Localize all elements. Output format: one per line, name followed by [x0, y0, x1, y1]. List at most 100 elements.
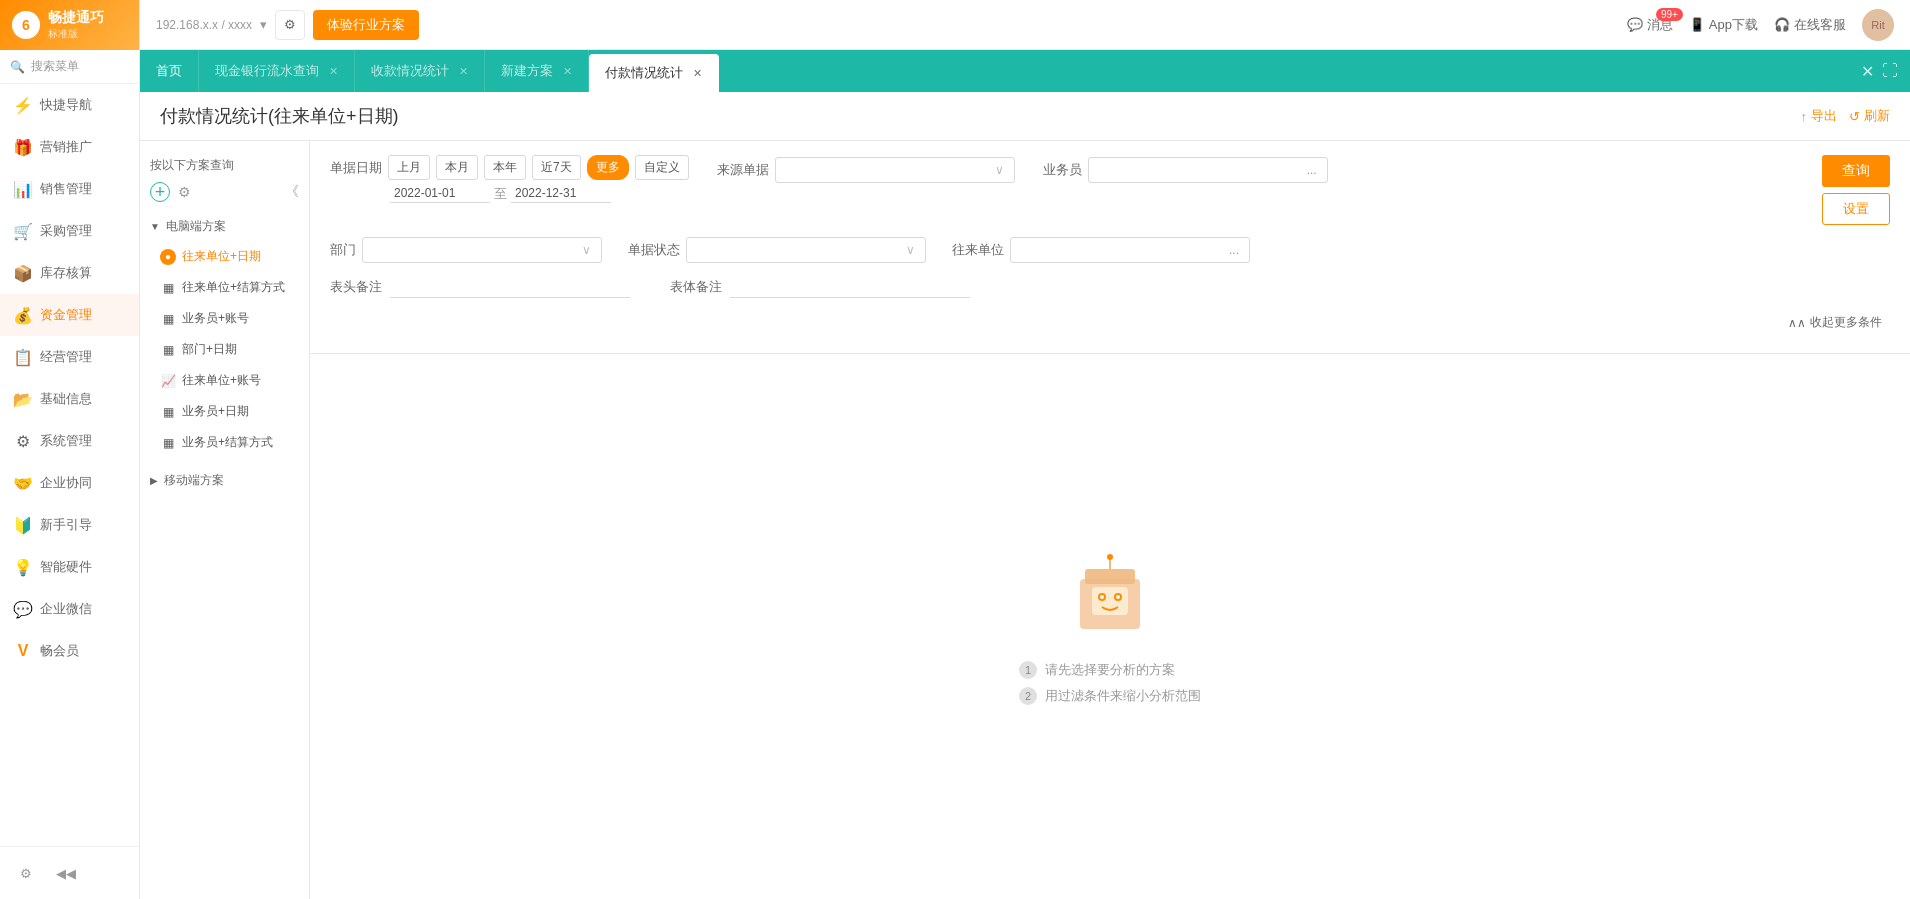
export-btn[interactable]: ↑ 导出 — [1801, 107, 1838, 125]
unit-ellipsis: ... — [1229, 243, 1239, 257]
tab-new-scheme[interactable]: 新建方案 ✕ — [485, 50, 589, 92]
scheme-settings-btn[interactable]: ⚙ — [178, 184, 191, 200]
sidebar-item-finance[interactable]: 💰 资金管理 — [0, 294, 139, 336]
date-btn-custom[interactable]: 自定义 — [635, 155, 689, 180]
sidebar-item-weixin[interactable]: 💬 企业微信 — [0, 588, 139, 630]
scheme-item-unit-payment[interactable]: ▦ 往来单位+结算方式 — [150, 272, 309, 303]
staff-input[interactable]: ... — [1088, 157, 1328, 183]
dept-dropdown-icon: ∨ — [582, 243, 591, 257]
sidebar-collapse-btn[interactable]: ◀◀ — [50, 857, 82, 889]
scheme-group-mobile-title[interactable]: ▶ 移动端方案 — [140, 466, 309, 495]
sidebar-item-cooperation[interactable]: 🤝 企业协同 — [0, 462, 139, 504]
tab-new-scheme-close[interactable]: ✕ — [563, 65, 572, 78]
scheme-group-desktop-title[interactable]: ▼ 电脑端方案 — [140, 212, 309, 241]
query-btn[interactable]: 查询 — [1822, 155, 1890, 187]
collapse-icon: ∧∧ — [1788, 316, 1806, 330]
topbar-right: 💬 消息 99+ 📱 App下载 🎧 在线客服 Rit — [1627, 9, 1894, 41]
sidebar-settings-btn[interactable]: ⚙ — [10, 857, 42, 889]
content-area: 付款情况统计(往来单位+日期) ↑ 导出 ↺ 刷新 按以下方案查询 — [140, 92, 1910, 899]
quick-nav-icon: ⚡ — [14, 96, 32, 114]
unit-input[interactable]: ... — [1010, 237, 1250, 263]
sidebar-item-quick-nav[interactable]: ⚡ 快捷导航 — [0, 84, 139, 126]
tab-fullscreen-btn[interactable]: ⛶ — [1882, 62, 1898, 80]
sidebar: 6 畅捷通巧 标准版 🔍 搜索菜单 ⚡ 快捷导航 🎁 营销推广 📊 销售管理 🛒… — [0, 0, 140, 899]
scheme-item-staff-date[interactable]: ▦ 业务员+日期 — [150, 396, 309, 427]
guide-icon: 🔰 — [14, 516, 32, 534]
right-content: 单据日期 上月 本月 本年 近7天 更多 自定义 2022-01-01 — [310, 141, 1910, 899]
tab-payment-stats[interactable]: 付款情况统计 ✕ — [589, 54, 719, 92]
scheme-item-dept-date[interactable]: ▦ 部门+日期 — [150, 334, 309, 365]
dept-select[interactable]: ∨ — [362, 237, 602, 263]
voucher-status-label: 单据状态 — [628, 241, 680, 259]
topbar-settings-btn[interactable]: ⚙ — [275, 10, 305, 40]
voucher-status-select[interactable]: ∨ — [686, 237, 926, 263]
tab-receipt-stats[interactable]: 收款情况统计 ✕ — [355, 50, 485, 92]
filter-settings-btn[interactable]: 设置 — [1822, 193, 1890, 225]
topbar-service-btn[interactable]: 🎧 在线客服 — [1774, 16, 1846, 34]
scheme-item-unit-account[interactable]: 📈 往来单位+账号 — [150, 365, 309, 396]
body-remark-input[interactable] — [730, 275, 970, 298]
sidebar-item-guide[interactable]: 🔰 新手引导 — [0, 504, 139, 546]
sidebar-search[interactable]: 🔍 搜索菜单 — [0, 50, 139, 84]
sidebar-item-marketing[interactable]: 🎁 营销推广 — [0, 126, 139, 168]
table-icon-3: ▦ — [160, 342, 176, 358]
source-label: 来源单据 — [717, 161, 769, 179]
date-btn-more[interactable]: 更多 — [587, 155, 629, 180]
scheme-panel-label: 按以下方案查询 — [150, 157, 234, 174]
tab-home-label: 首页 — [156, 62, 182, 80]
tabs-spacer — [719, 50, 1849, 92]
sidebar-item-system[interactable]: ⚙ 系统管理 — [0, 420, 139, 462]
sidebar-search-label: 搜索菜单 — [31, 58, 79, 75]
tab-home[interactable]: 首页 — [140, 50, 199, 92]
avatar[interactable]: Rit — [1862, 9, 1894, 41]
sidebar-item-purchase[interactable]: 🛒 采购管理 — [0, 210, 139, 252]
staff-label: 业务员 — [1043, 161, 1082, 179]
topbar-msg-btn[interactable]: 💬 消息 99+ — [1627, 16, 1673, 34]
scheme-collapse-btn[interactable]: 《 — [285, 183, 299, 201]
topbar-dropdown-icon[interactable]: ▾ — [260, 17, 267, 32]
sidebar-item-vip[interactable]: V 畅会员 — [0, 630, 139, 672]
app-icon: 📱 — [1689, 17, 1705, 32]
dept-label: 部门 — [330, 241, 356, 259]
tab-close-all-btn[interactable]: ✕ — [1861, 62, 1874, 81]
scheme-item-staff-account[interactable]: ▦ 业务员+账号 — [150, 303, 309, 334]
date-btn-this-year[interactable]: 本年 — [484, 155, 526, 180]
topbar-app-btn[interactable]: 📱 App下载 — [1689, 16, 1758, 34]
page-title: 付款情况统计(往来单位+日期) — [160, 104, 399, 128]
tab-bank-flow[interactable]: 现金银行流水查询 ✕ — [199, 50, 355, 92]
refresh-btn[interactable]: ↺ 刷新 — [1849, 107, 1890, 125]
sidebar-item-basic[interactable]: 📂 基础信息 — [0, 378, 139, 420]
tab-bank-flow-close[interactable]: ✕ — [329, 65, 338, 78]
sidebar-item-sales[interactable]: 📊 销售管理 — [0, 168, 139, 210]
header-remark-label: 表头备注 — [330, 278, 382, 296]
scheme-add-btn[interactable]: + — [150, 182, 170, 202]
sidebar-item-hardware[interactable]: 💡 智能硬件 — [0, 546, 139, 588]
svg-point-6 — [1116, 595, 1120, 599]
scheme-item-staff-payment[interactable]: ▦ 业务员+结算方式 — [150, 427, 309, 458]
scheme-panel-header: 按以下方案查询 — [140, 151, 309, 180]
marketing-icon: 🎁 — [14, 138, 32, 156]
industry-btn[interactable]: 体验行业方案 — [313, 10, 419, 40]
svg-rect-1 — [1085, 569, 1135, 584]
date-end-input[interactable]: 2022-12-31 — [511, 184, 611, 203]
sidebar-footer: ⚙ ◀◀ — [0, 846, 139, 899]
empty-tip-2: 2 用过滤条件来缩小分析范围 — [1019, 687, 1201, 705]
sidebar-item-operation[interactable]: 📋 经营管理 — [0, 336, 139, 378]
topbar: 192.168.x.x / xxxx ▾ ⚙ 体验行业方案 💬 消息 99+ 📱… — [140, 0, 1910, 50]
chevron-down-icon: ▼ — [150, 221, 160, 232]
header-remark-input[interactable] — [390, 275, 630, 298]
table-icon-2: ▦ — [160, 311, 176, 327]
date-btn-last-month[interactable]: 上月 — [388, 155, 430, 180]
active-scheme-icon: ● — [160, 249, 176, 265]
tab-payment-stats-close[interactable]: ✕ — [693, 67, 702, 80]
scheme-item-unit-date[interactable]: ● 往来单位+日期 — [150, 241, 309, 272]
date-btn-this-month[interactable]: 本月 — [436, 155, 478, 180]
collapse-conditions-btn[interactable]: ∧∧ 收起更多条件 — [330, 306, 1890, 339]
date-start-input[interactable]: 2022-01-01 — [390, 184, 490, 203]
source-select[interactable]: ∨ — [775, 157, 1015, 183]
content-body: 按以下方案查询 + ⚙ 《 ▼ 电脑端方案 ● 往来单位+日期 — [140, 141, 1910, 899]
empty-state: 1 请先选择要分析的方案 2 用过滤条件来缩小分析范围 — [310, 354, 1910, 899]
tab-receipt-stats-close[interactable]: ✕ — [459, 65, 468, 78]
date-btn-7days[interactable]: 近7天 — [532, 155, 581, 180]
sidebar-item-inventory[interactable]: 📦 库存核算 — [0, 252, 139, 294]
